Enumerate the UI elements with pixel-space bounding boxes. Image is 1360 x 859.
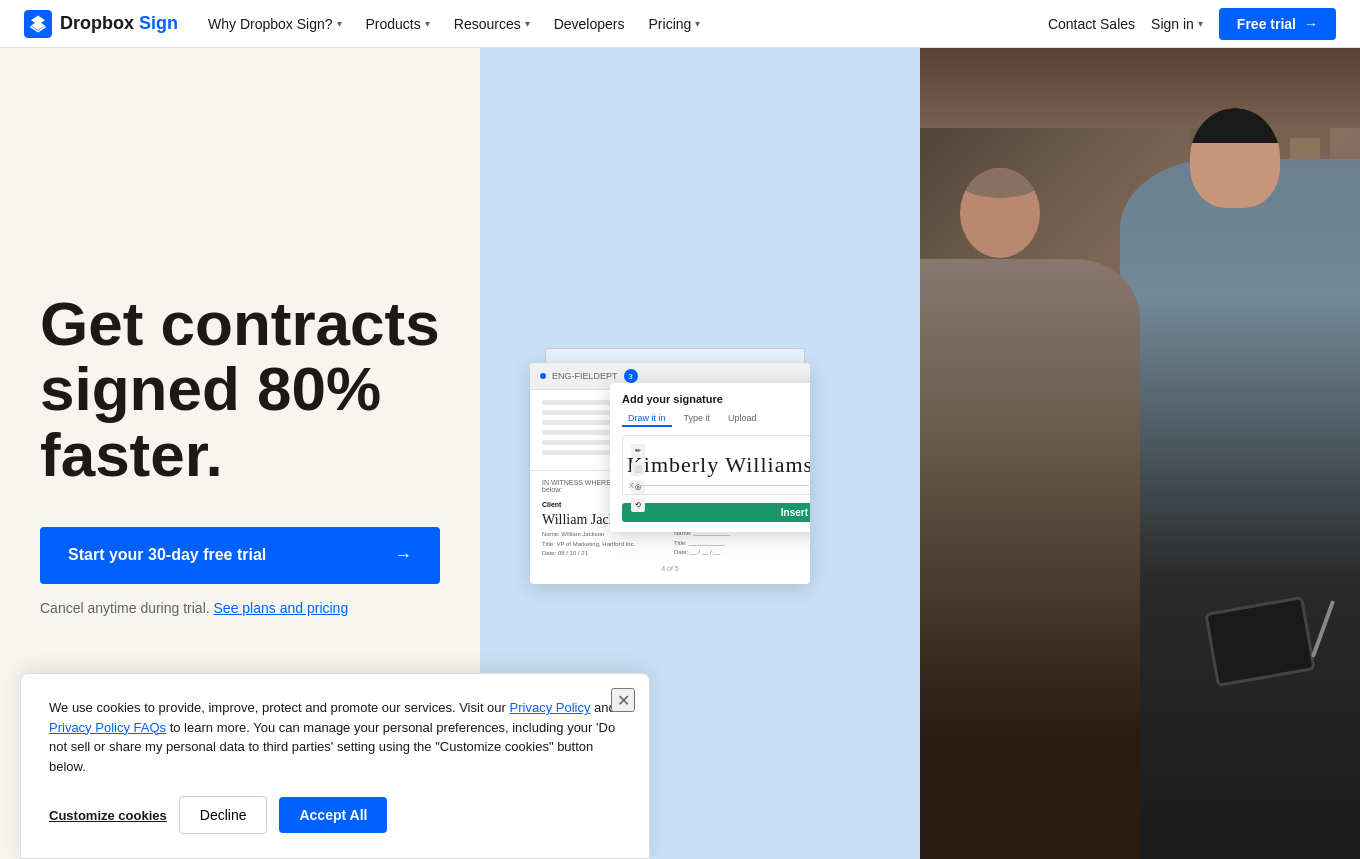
free-trial-arrow-icon: → xyxy=(1304,16,1318,32)
sig-tools: ✏ ⬜ ◎ ⟲ xyxy=(631,444,645,512)
cookie-message-prefix: We use cookies to provide, improve, prot… xyxy=(49,700,506,715)
sig-tool-color[interactable]: ⬜ xyxy=(631,462,645,476)
photo-person-right xyxy=(1120,159,1360,859)
hero-right-panel xyxy=(920,48,1360,859)
free-trial-label: Free trial xyxy=(1237,16,1296,32)
nav-resources-label: Resources xyxy=(454,16,521,32)
photo-background xyxy=(920,48,1360,859)
nav-products-label: Products xyxy=(366,16,421,32)
nav-pricing-chevron-icon: ▾ xyxy=(695,18,700,29)
doc-consultant-fields: Name: ___________ Title: ___________ Dat… xyxy=(674,529,798,558)
doc-client-fields: Name: William Jackson Title: VP of Marke… xyxy=(542,530,666,559)
doc-breadcrumb: ENG-FIELDEPT xyxy=(552,371,618,381)
main-document: ENG-FIELDEPT 3 Add your signature xyxy=(530,363,810,584)
nav-pricing-label: Pricing xyxy=(649,16,692,32)
doc-number-badge: 3 xyxy=(624,369,638,383)
decline-cookies-button[interactable]: Decline xyxy=(179,796,268,834)
accept-all-cookies-button[interactable]: Accept All xyxy=(279,797,387,833)
sig-insert-button[interactable]: Insert xyxy=(622,503,810,522)
nav-resources-chevron-icon: ▾ xyxy=(525,18,530,29)
logo-text: Dropbox Sign xyxy=(60,13,178,34)
signature-handwriting: Kimberly Williams xyxy=(627,452,810,478)
cookie-banner: ✕ We use cookies to provide, improve, pr… xyxy=(20,673,650,859)
nav-left: Dropbox Sign Why Dropbox Sign? ▾ Product… xyxy=(24,0,710,48)
sig-tab-row: Draw it in Type it Upload xyxy=(622,411,810,427)
sig-tool-clear[interactable]: ⟲ xyxy=(631,498,645,512)
nav-why-chevron-icon: ▾ xyxy=(337,18,342,29)
nav-developers-label: Developers xyxy=(554,16,625,32)
free-trial-nav-button[interactable]: Free trial → xyxy=(1219,8,1336,40)
contact-sales-button[interactable]: Contact Sales xyxy=(1048,16,1135,32)
nav-right: Contact Sales Sign in ▾ Free trial → xyxy=(1048,8,1336,40)
nav-item-why[interactable]: Why Dropbox Sign? ▾ xyxy=(198,0,352,48)
dropbox-logo-icon xyxy=(24,10,52,38)
nav-item-products[interactable]: Products ▾ xyxy=(356,0,440,48)
sig-tool-pen[interactable]: ✏ xyxy=(631,444,645,458)
navigation: Dropbox Sign Why Dropbox Sign? ▾ Product… xyxy=(0,0,1360,48)
signature-mock: ENG-FIELDEPT 3 Add your signature xyxy=(530,363,870,584)
nav-why-label: Why Dropbox Sign? xyxy=(208,16,333,32)
sig-tab-draw[interactable]: Draw it in xyxy=(622,411,672,427)
sign-in-label: Sign in xyxy=(1151,16,1194,32)
hero-photo xyxy=(920,48,1360,859)
sig-tab-type[interactable]: Type it xyxy=(678,411,717,427)
see-plans-link[interactable]: See plans and pricing xyxy=(214,600,349,616)
logo[interactable]: Dropbox Sign xyxy=(24,10,178,38)
photo-person-left-head xyxy=(960,168,1040,258)
cta-label: Start your 30-day free trial xyxy=(68,546,266,564)
privacy-faqs-link[interactable]: Privacy Policy FAQs xyxy=(49,720,166,735)
sig-tab-upload[interactable]: Upload xyxy=(722,411,763,427)
sig-panel-title: Add your signature xyxy=(622,393,810,405)
cancel-text: Cancel anytime during trial. See plans a… xyxy=(40,600,440,616)
cookie-buttons: Customize cookies Decline Accept All xyxy=(49,796,621,834)
doc-indicator-dot xyxy=(540,373,546,379)
privacy-policy-link[interactable]: Privacy Policy xyxy=(510,700,591,715)
cta-free-trial-button[interactable]: Start your 30-day free trial → xyxy=(40,527,440,584)
nav-item-resources[interactable]: Resources ▾ xyxy=(444,0,540,48)
photo-person-right-hair xyxy=(1190,108,1280,143)
sig-x-mark: x xyxy=(629,480,634,490)
nav-products-chevron-icon: ▾ xyxy=(425,18,430,29)
nav-item-pricing[interactable]: Pricing ▾ xyxy=(639,0,711,48)
sign-in-button[interactable]: Sign in ▾ xyxy=(1151,16,1203,32)
cancel-prefix: Cancel anytime during trial. xyxy=(40,600,210,616)
sign-in-chevron-icon: ▾ xyxy=(1198,18,1203,29)
doc-page-indicator: 4 of 5 xyxy=(542,565,798,572)
hero-headline: Get contracts signed 80% faster. xyxy=(40,291,440,486)
photo-ceiling xyxy=(920,48,1360,128)
cookie-close-button[interactable]: ✕ xyxy=(611,688,635,712)
nav-item-developers[interactable]: Developers xyxy=(544,0,635,48)
signature-drawing-area[interactable]: ✏ ⬜ ◎ ⟲ Kimberly Williams x xyxy=(622,435,810,495)
signature-panel: Add your signature Draw it in Type it Up… xyxy=(610,383,810,532)
sig-baseline xyxy=(639,485,809,486)
photo-person-right-head xyxy=(1190,108,1280,208)
photo-person-left xyxy=(920,259,1140,859)
cookie-message: We use cookies to provide, improve, prot… xyxy=(49,698,621,776)
cta-arrow-icon: → xyxy=(394,545,412,566)
photo-person-left-hair xyxy=(960,168,1040,198)
customize-cookies-button[interactable]: Customize cookies xyxy=(49,808,167,823)
